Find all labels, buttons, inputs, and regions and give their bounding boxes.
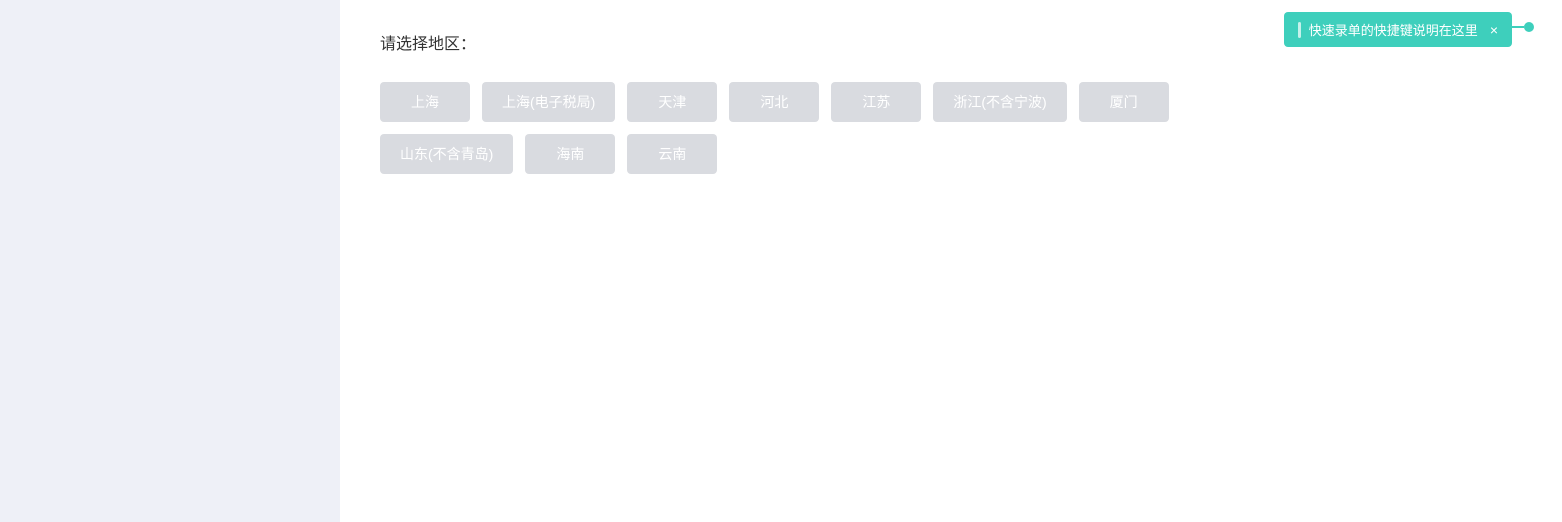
region-btn-xiamen[interactable]: 厦门 bbox=[1079, 82, 1169, 122]
region-btn-jiangsu[interactable]: 江苏 bbox=[831, 82, 921, 122]
region-btn-tianjin[interactable]: 天津 bbox=[627, 82, 717, 122]
tooltip-connector-dot bbox=[1524, 22, 1534, 32]
left-panel bbox=[0, 0, 340, 522]
tooltip-text: 快速录单的快捷键说明在这里 bbox=[1309, 20, 1478, 39]
tooltip-connector-line bbox=[1512, 26, 1524, 28]
region-btn-shanghai-etax[interactable]: 上海(电子税局) bbox=[482, 82, 615, 122]
main-content: 请选择地区： 上海 上海(电子税局) 天津 河北 江苏 浙江(不含宁波) 厦门 … bbox=[340, 0, 1562, 522]
close-icon[interactable]: × bbox=[1490, 22, 1498, 38]
region-btn-shandong[interactable]: 山东(不含青岛) bbox=[380, 134, 513, 174]
region-btn-hainan[interactable]: 海南 bbox=[525, 134, 615, 174]
region-btn-zhejiang[interactable]: 浙江(不含宁波) bbox=[933, 82, 1066, 122]
region-btn-yunnan[interactable]: 云南 bbox=[627, 134, 717, 174]
region-btn-hebei[interactable]: 河北 bbox=[729, 82, 819, 122]
tooltip-banner: 快速录单的快捷键说明在这里 × bbox=[1284, 12, 1512, 47]
region-button-group-row2: 山东(不含青岛) 海南 云南 bbox=[380, 134, 1522, 174]
region-button-group: 上海 上海(电子税局) 天津 河北 江苏 浙江(不含宁波) 厦门 bbox=[380, 82, 1522, 122]
region-btn-shanghai[interactable]: 上海 bbox=[380, 82, 470, 122]
tooltip-bar bbox=[1298, 22, 1301, 38]
